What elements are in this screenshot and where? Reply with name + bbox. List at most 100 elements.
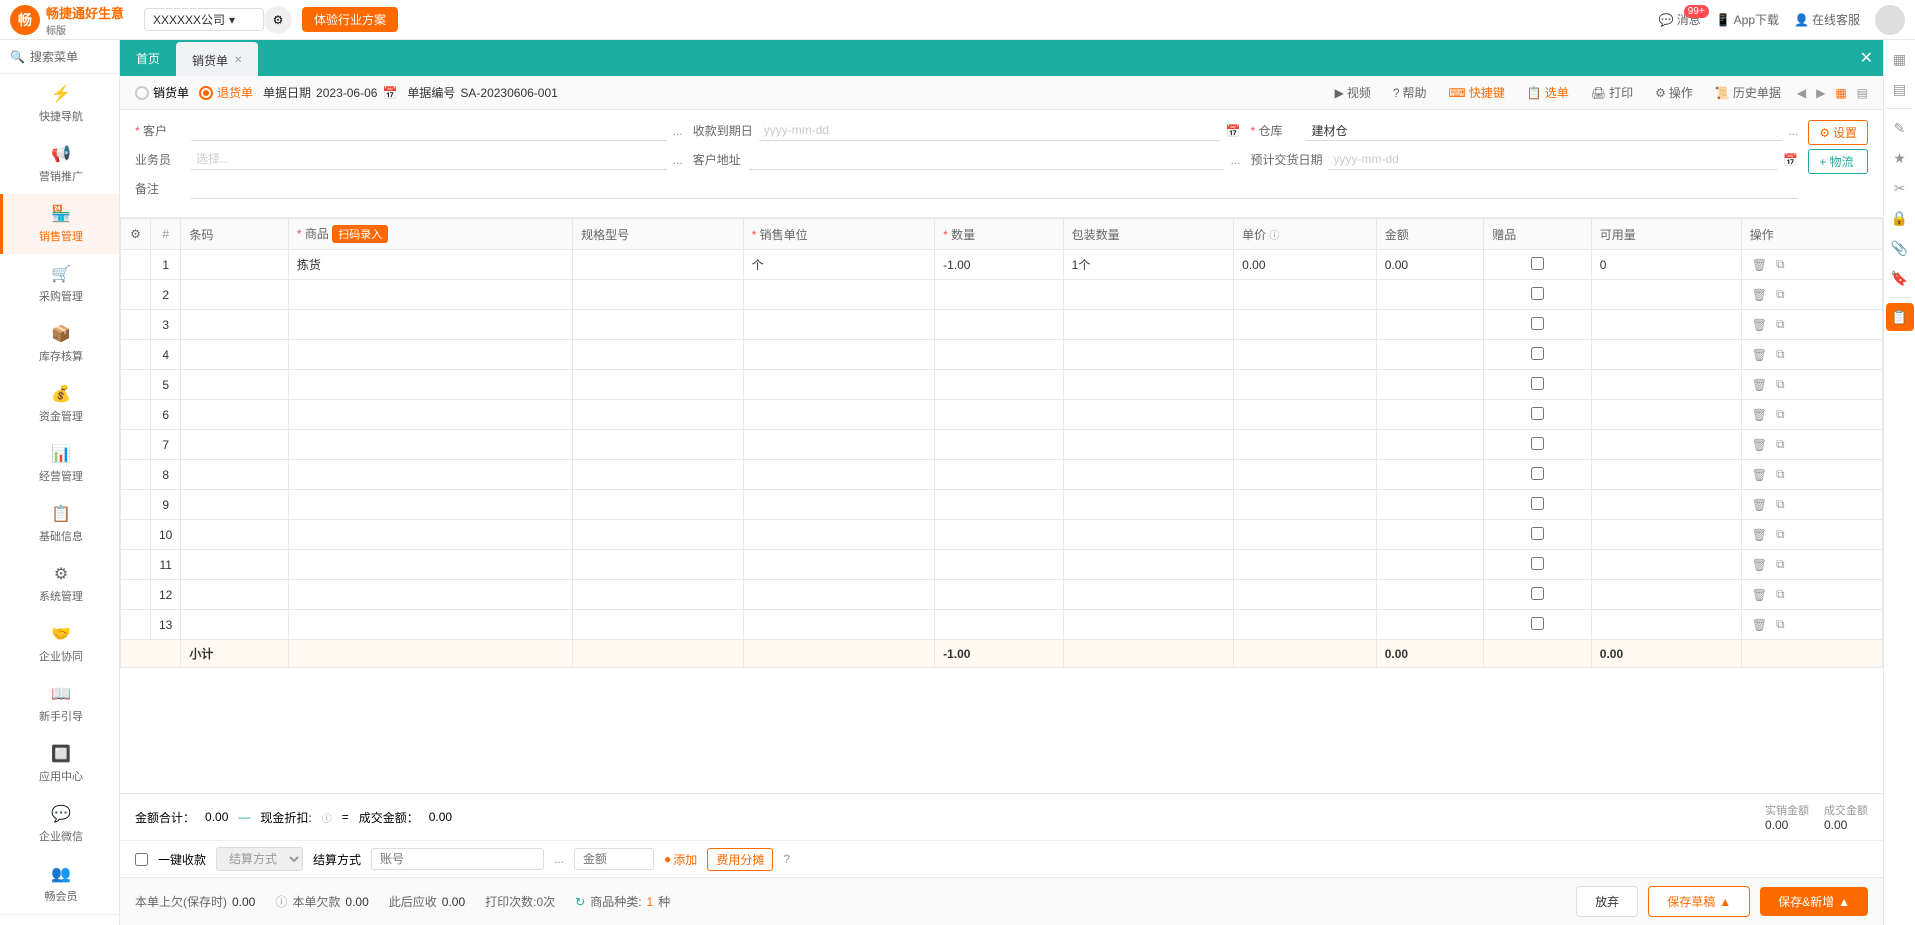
delete-row-btn[interactable]: 🗑	[1750, 586, 1769, 604]
address-more-btn[interactable]: ...	[1230, 153, 1240, 167]
delete-row-btn[interactable]: 🗑	[1750, 436, 1769, 454]
settings-icon[interactable]: ⚙	[264, 6, 292, 34]
sidebar-item-sales[interactable]: 🏪 销售管理	[0, 194, 119, 254]
gift-checkbox[interactable]	[1531, 497, 1544, 510]
rt-star-icon[interactable]: ★	[1886, 144, 1914, 172]
copy-row-btn[interactable]: ⧉	[1774, 345, 1787, 364]
copy-row-btn[interactable]: ⧉	[1774, 495, 1787, 514]
salesperson-more-btn[interactable]: ...	[673, 153, 683, 167]
amount-input[interactable]	[574, 848, 654, 870]
gift-checkbox[interactable]	[1531, 317, 1544, 330]
customer-input[interactable]	[191, 120, 667, 141]
app-download-button[interactable]: 📱 App下载	[1716, 11, 1779, 28]
sidebar-item-enterprise[interactable]: 🤝 企业协同	[0, 614, 119, 674]
radio-sales[interactable]: 销货单	[135, 84, 189, 101]
gift-checkbox[interactable]	[1531, 407, 1544, 420]
warehouse-more-btn[interactable]: ...	[1788, 124, 1798, 138]
sidebar-item-member[interactable]: 👥 畅会员	[0, 854, 119, 914]
account-more-btn[interactable]: ...	[554, 852, 564, 866]
scan-button[interactable]: 扫码录入	[332, 225, 388, 243]
sidebar-item-marketing[interactable]: 📢 营销推广	[0, 134, 119, 194]
online-support-button[interactable]: 👤 在线客服	[1794, 11, 1860, 28]
delivery-calendar-icon[interactable]: 📅	[1783, 153, 1798, 167]
shortcut-btn[interactable]: ⌨ 快捷键	[1443, 82, 1511, 103]
pick-btn[interactable]: 📋 选单	[1521, 82, 1575, 103]
copy-row-btn[interactable]: ⧉	[1774, 465, 1787, 484]
copy-row-btn[interactable]: ⧉	[1774, 375, 1787, 394]
col-settings[interactable]: ⚙	[121, 219, 151, 250]
gift-checkbox[interactable]	[1531, 617, 1544, 630]
sidebar-item-quick-nav[interactable]: ⚡ 快捷导航	[0, 74, 119, 134]
tab-home[interactable]: 首页	[120, 40, 176, 76]
delete-row-btn[interactable]: 🗑	[1750, 526, 1769, 544]
save-draft-button[interactable]: 保存草稿 ▲	[1648, 886, 1750, 917]
account-input[interactable]	[371, 848, 544, 870]
gift-checkbox[interactable]	[1531, 287, 1544, 300]
sidebar-item-guide[interactable]: 📖 新手引导	[0, 674, 119, 734]
close-window-icon[interactable]: ✕	[1860, 48, 1873, 68]
sidebar-item-appstore[interactable]: 🔲 应用中心	[0, 734, 119, 794]
gift-checkbox[interactable]	[1531, 557, 1544, 570]
grid-icon[interactable]: ▦	[1835, 86, 1846, 100]
sidebar-item-purchase[interactable]: 🛒 采购管理	[0, 254, 119, 314]
calendar-icon[interactable]: 📅	[382, 86, 397, 100]
rt-grid-view[interactable]: ▦	[1886, 45, 1914, 73]
next-icon[interactable]: ▶	[1816, 86, 1825, 100]
trial-button[interactable]: 体验行业方案	[302, 7, 398, 32]
radio-return[interactable]: 退货单	[199, 84, 253, 101]
rt-clipboard-icon[interactable]: 📋	[1886, 303, 1914, 331]
delete-row-btn[interactable]: 🗑	[1750, 406, 1769, 424]
warehouse-input[interactable]	[1306, 120, 1782, 141]
gift-checkbox[interactable]	[1531, 377, 1544, 390]
delete-row-btn[interactable]: 🗑	[1750, 286, 1769, 304]
delete-row-btn[interactable]: 🗑	[1750, 466, 1769, 484]
copy-row-btn[interactable]: ⧉	[1774, 285, 1787, 304]
customer-more-btn[interactable]: ...	[673, 124, 683, 138]
payment-calendar-icon[interactable]: 📅	[1226, 124, 1241, 138]
delete-row-btn[interactable]: 🗑	[1750, 316, 1769, 334]
help-btn[interactable]: ? 帮助	[1387, 82, 1433, 103]
fee-split-btn[interactable]: 费用分摊	[707, 848, 773, 871]
operate-btn[interactable]: ⚙ 操作	[1649, 82, 1699, 103]
list-icon[interactable]: ▤	[1857, 86, 1868, 100]
rt-edit-icon[interactable]: ✎	[1886, 114, 1914, 142]
gift-checkbox[interactable]	[1531, 467, 1544, 480]
customer-address-input[interactable]	[749, 149, 1225, 170]
copy-row-btn[interactable]: ⧉	[1774, 585, 1787, 604]
delete-row-btn[interactable]: 🗑	[1750, 256, 1769, 274]
rt-bookmark-icon[interactable]: 🔖	[1886, 264, 1914, 292]
payment-date-input[interactable]	[759, 120, 1220, 141]
delete-row-btn[interactable]: 🗑	[1750, 556, 1769, 574]
search-menu[interactable]: 🔍 搜索菜单	[0, 40, 119, 74]
doc-settings-btn[interactable]: ⚙ 设置	[1808, 120, 1868, 145]
copy-row-btn[interactable]: ⧉	[1774, 615, 1787, 634]
add-fee-btn[interactable]: ● 添加	[664, 851, 697, 868]
notes-input[interactable]	[191, 178, 1798, 199]
sidebar-item-wechat[interactable]: 💬 企业微信	[0, 794, 119, 854]
delete-row-btn[interactable]: 🗑	[1750, 616, 1769, 634]
print-btn[interactable]: 🖨 打印	[1585, 82, 1639, 103]
prev-icon[interactable]: ◀	[1797, 86, 1806, 100]
sidebar-item-inventory[interactable]: 📦 库存核算	[0, 314, 119, 374]
discard-button[interactable]: 放弃	[1576, 886, 1638, 917]
sidebar-item-operations[interactable]: 📊 经营管理	[0, 434, 119, 494]
rt-scissors-icon[interactable]: ✂	[1886, 174, 1914, 202]
payment-method-select[interactable]: 结算方式	[216, 847, 303, 871]
gift-checkbox[interactable]	[1531, 347, 1544, 360]
copy-row-btn[interactable]: ⧉	[1774, 435, 1787, 454]
copy-row-btn[interactable]: ⧉	[1774, 555, 1787, 574]
company-select[interactable]: XXXXXX公司 ▾	[144, 8, 264, 31]
one-click-payment-checkbox[interactable]	[135, 853, 148, 866]
refresh-icon[interactable]: ↻	[575, 895, 585, 909]
tab-close-icon[interactable]: ✕	[234, 55, 242, 66]
sidebar-item-finance[interactable]: 💰 资金管理	[0, 374, 119, 434]
delete-row-btn[interactable]: 🗑	[1750, 496, 1769, 514]
copy-row-btn[interactable]: ⧉	[1774, 525, 1787, 544]
gift-checkbox[interactable]	[1531, 587, 1544, 600]
save-new-button[interactable]: 保存&新增 ▲	[1760, 887, 1868, 916]
delivery-date-input[interactable]	[1328, 149, 1777, 170]
gift-checkbox[interactable]	[1531, 257, 1544, 270]
copy-row-btn[interactable]: ⧉	[1774, 255, 1787, 274]
video-btn[interactable]: ▶ 视频	[1329, 82, 1377, 103]
user-avatar[interactable]	[1875, 5, 1905, 35]
